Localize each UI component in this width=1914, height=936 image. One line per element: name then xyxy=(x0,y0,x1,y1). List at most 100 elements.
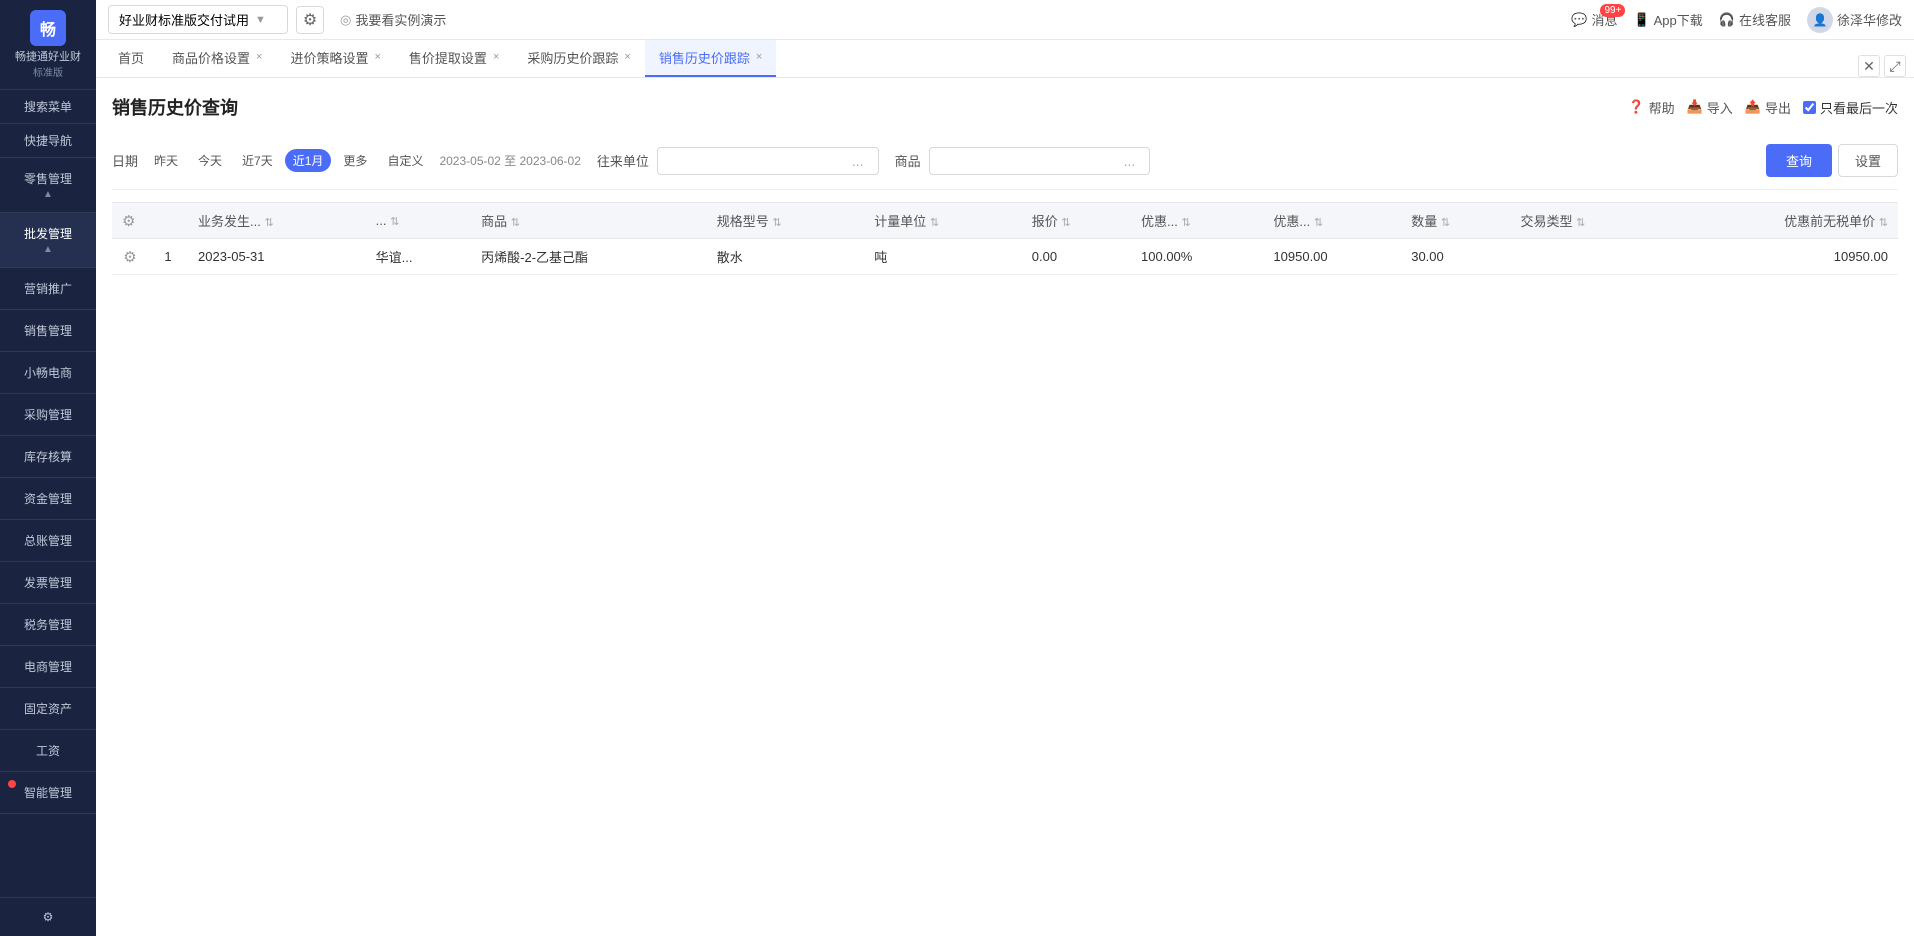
product-input-wrap[interactable]: ... xyxy=(929,147,1151,175)
sidebar-item-purchase[interactable]: 采购管理 xyxy=(0,394,96,436)
close-icon[interactable]: × xyxy=(624,51,630,63)
sort-icon[interactable]: ⇅ xyxy=(1181,217,1190,229)
sidebar-item-ecommerce-small[interactable]: 小畅电商 xyxy=(0,352,96,394)
col-header-gear[interactable]: ⚙ xyxy=(112,203,148,239)
tab-purchase-history[interactable]: 采购历史价跟踪 × xyxy=(513,40,644,77)
row-seq: 1 xyxy=(148,239,188,275)
logo-sub: 标准版 xyxy=(33,64,63,79)
user-menu[interactable]: 👤 徐泽华修改 xyxy=(1807,7,1902,33)
settings-button[interactable]: 设置 xyxy=(1838,144,1898,177)
close-icon[interactable]: × xyxy=(493,51,499,63)
sidebar-item-tax[interactable]: 税务管理 xyxy=(0,604,96,646)
sidebar-search[interactable]: 搜索菜单 xyxy=(0,90,96,124)
page-title: 销售历史价查询 xyxy=(112,94,238,120)
export-link[interactable]: 📤 导出 xyxy=(1745,98,1791,117)
sidebar-item-sales[interactable]: 销售管理 xyxy=(0,310,96,352)
sort-icon[interactable]: ⇅ xyxy=(264,217,273,229)
col-header-price[interactable]: 报价 ⇅ xyxy=(1022,203,1131,239)
date-1month-btn[interactable]: 近1月 xyxy=(285,149,332,172)
product-filter-label: 商品 xyxy=(895,151,921,170)
date-more-btn[interactable]: 更多 xyxy=(335,149,375,172)
tab-sales-history[interactable]: 销售历史价跟踪 × xyxy=(645,40,776,77)
date-yesterday-btn[interactable]: 昨天 xyxy=(146,149,186,172)
close-icon[interactable]: × xyxy=(374,51,380,63)
export-label: 导出 xyxy=(1765,98,1791,117)
sidebar-item-inventory[interactable]: 库存核算 xyxy=(0,436,96,478)
col-header-discount1[interactable]: 优惠... ⇅ xyxy=(1131,203,1263,239)
table-row: ⚙ 1 2023-05-31 华谊... 丙烯酸-2-乙基己酯 散水 吨 0.0… xyxy=(112,239,1898,275)
message-button[interactable]: 💬 消息 99+ xyxy=(1571,10,1617,29)
col-header-spec[interactable]: 规格型号 ⇅ xyxy=(707,203,865,239)
col-header-pretax-price[interactable]: 优惠前无税单价 ⇅ xyxy=(1668,203,1898,239)
app-download-button[interactable]: 📱 App下载 xyxy=(1633,10,1702,29)
sidebar-item-smart[interactable]: 智能管理 xyxy=(0,772,96,814)
sidebar-quick-nav[interactable]: 快捷导航 xyxy=(0,124,96,158)
sidebar-item-ecommerce[interactable]: 电商管理 xyxy=(0,646,96,688)
sort-icon[interactable]: ⇅ xyxy=(511,217,520,229)
gear-icon[interactable]: ⚙ xyxy=(122,213,135,230)
online-service-button[interactable]: 🎧 在线客服 xyxy=(1719,10,1791,29)
col-header-quantity[interactable]: 数量 ⇅ xyxy=(1401,203,1510,239)
sort-icon[interactable]: ⇅ xyxy=(1441,217,1450,229)
sort-icon[interactable]: ⇅ xyxy=(1879,217,1888,229)
tab-home[interactable]: 首页 xyxy=(104,40,158,77)
product-input[interactable] xyxy=(938,153,1114,168)
close-icon[interactable]: × xyxy=(256,51,262,63)
settings-button[interactable]: ⚙ xyxy=(296,6,324,34)
sort-icon[interactable]: ⇅ xyxy=(772,217,781,229)
date-filter-group: 日期 昨天 今天 近7天 近1月 更多 自定义 2023-05-02 至 202… xyxy=(112,149,581,172)
source-input[interactable] xyxy=(666,153,842,168)
topbar: 好业财标准版交付试用 ▼ ⚙ ◎ 我要看实例演示 💬 消息 99+ 📱 App下… xyxy=(96,0,1914,40)
help-link[interactable]: ❓ 帮助 xyxy=(1628,98,1674,117)
demo-button[interactable]: ◎ 我要看实例演示 xyxy=(332,6,454,33)
only-last-input[interactable] xyxy=(1803,101,1816,114)
date-custom-btn[interactable]: 自定义 xyxy=(379,149,431,172)
sidebar-item-label: 库存核算 xyxy=(24,448,72,465)
avatar: 👤 xyxy=(1807,7,1833,33)
row-gear[interactable]: ⚙ xyxy=(112,239,148,275)
sidebar-item-payroll[interactable]: 工资 xyxy=(0,730,96,772)
sort-icon[interactable]: ⇅ xyxy=(1314,217,1323,229)
sort-icon[interactable]: ⇅ xyxy=(390,216,399,228)
import-link[interactable]: 📥 导入 xyxy=(1687,98,1733,117)
close-window-button[interactable]: ✕ xyxy=(1858,55,1880,77)
col-header-discount2[interactable]: 优惠... ⇅ xyxy=(1263,203,1401,239)
close-icon[interactable]: × xyxy=(756,51,762,63)
help-label: 帮助 xyxy=(1649,98,1675,117)
sort-icon[interactable]: ⇅ xyxy=(1576,217,1585,229)
plan-selector[interactable]: 好业财标准版交付试用 ▼ xyxy=(108,5,288,34)
source-input-wrap[interactable]: ... xyxy=(657,147,879,175)
tab-label: 首页 xyxy=(118,48,144,67)
logo-icon: 畅 xyxy=(30,10,66,46)
sidebar-item-wholesale[interactable]: 批发管理 ▲ xyxy=(0,213,96,268)
sidebar-item-accounting[interactable]: 总账管理 xyxy=(0,520,96,562)
sidebar-item-invoice[interactable]: 发票管理 xyxy=(0,562,96,604)
sidebar-item-fixed-assets[interactable]: 固定资产 xyxy=(0,688,96,730)
col-label: 商品 xyxy=(481,214,507,229)
col-header-biz-date[interactable]: 业务发生... ⇅ xyxy=(188,203,366,239)
col-header-trans-type[interactable]: 交易类型 ⇅ xyxy=(1510,203,1668,239)
sidebar-settings[interactable]: ⚙ xyxy=(0,897,96,936)
col-header-more[interactable]: ... ⇅ xyxy=(366,203,472,239)
sidebar-item-retail[interactable]: 零售管理 ▲ xyxy=(0,158,96,213)
product-dots-button[interactable]: ... xyxy=(1118,151,1142,171)
col-header-product[interactable]: 商品 ⇅ xyxy=(471,203,707,239)
col-header-unit[interactable]: 计量单位 ⇅ xyxy=(864,203,1022,239)
expand-window-button[interactable]: ⤢ xyxy=(1884,55,1906,77)
sidebar-item-label: 总账管理 xyxy=(24,532,72,549)
col-label: 计量单位 xyxy=(874,214,926,229)
tab-purchase-strategy[interactable]: 进价策略设置 × xyxy=(276,40,394,77)
tab-product-price[interactable]: 商品价格设置 × xyxy=(158,40,276,77)
source-dots-button[interactable]: ... xyxy=(846,151,870,171)
only-last-checkbox[interactable]: 只看最后一次 xyxy=(1803,98,1898,117)
sidebar-item-marketing[interactable]: 营销推广 xyxy=(0,268,96,310)
date-buttons: 昨天 今天 近7天 近1月 更多 自定义 xyxy=(146,149,431,172)
sidebar-item-finance[interactable]: 资金管理 xyxy=(0,478,96,520)
date-today-btn[interactable]: 今天 xyxy=(190,149,230,172)
sort-icon[interactable]: ⇅ xyxy=(1061,217,1070,229)
tab-price-extract[interactable]: 售价提取设置 × xyxy=(395,40,513,77)
sort-icon[interactable]: ⇅ xyxy=(930,217,939,229)
date-7days-btn[interactable]: 近7天 xyxy=(234,149,281,172)
row-gear-icon[interactable]: ⚙ xyxy=(123,249,136,266)
query-button[interactable]: 查询 xyxy=(1766,144,1832,177)
